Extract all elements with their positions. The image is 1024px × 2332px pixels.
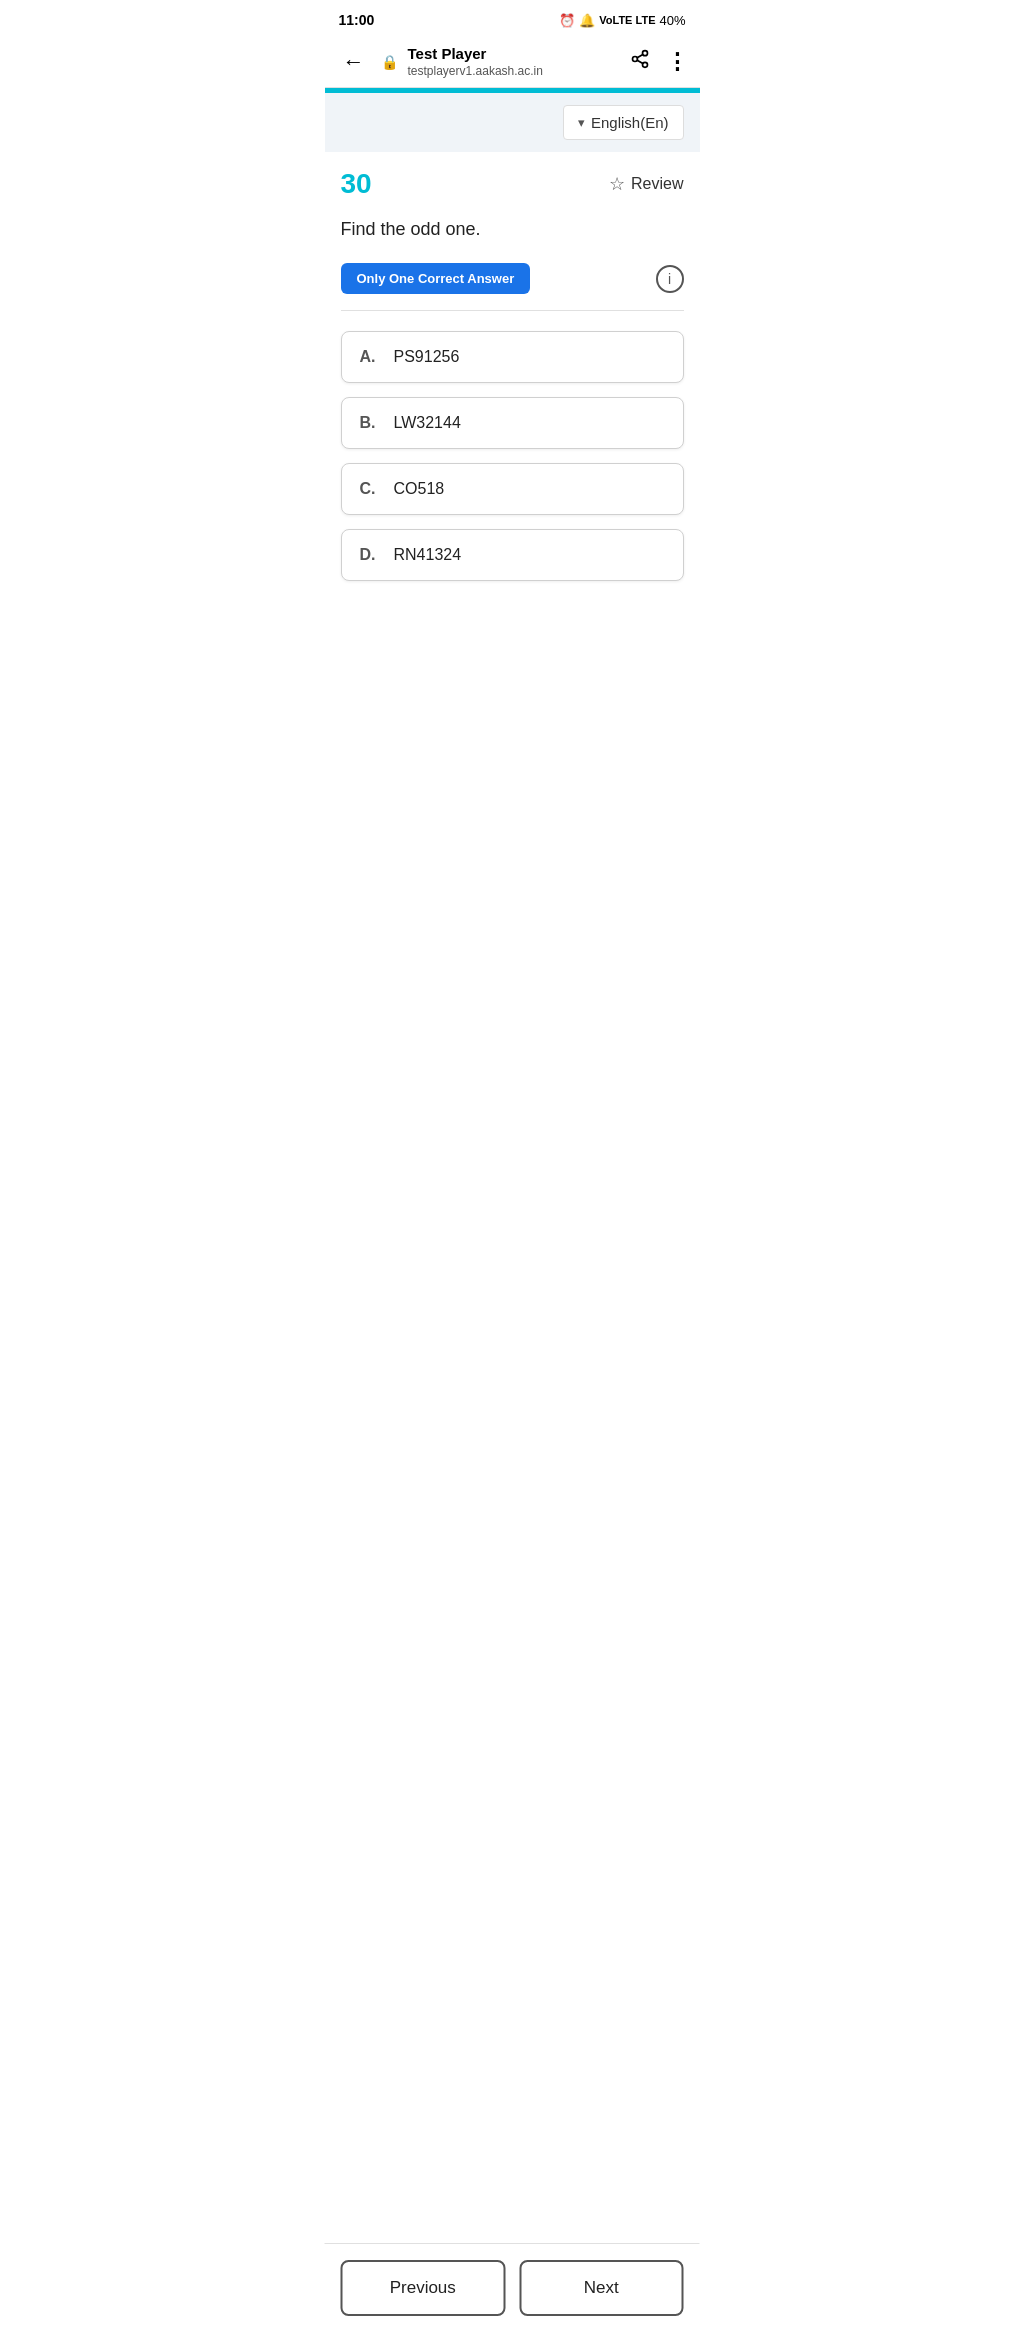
option-text: CO518: [394, 480, 445, 498]
option-item-d[interactable]: D. RN41324: [341, 529, 684, 581]
browser-url: testplayerv1.aakash.ac.in: [408, 64, 620, 80]
status-icons: ⏰ 🔔 VoLTE LTE 40%: [559, 13, 685, 28]
language-selector-row: ▾ English(En): [325, 93, 700, 152]
option-text: LW32144: [394, 414, 461, 432]
info-icon[interactable]: i: [656, 265, 684, 293]
divider: [341, 310, 684, 311]
browser-bar: ← 🔒 Test Player testplayerv1.aakash.ac.i…: [325, 36, 700, 88]
review-button[interactable]: ☆ Review: [609, 173, 683, 195]
language-selector[interactable]: ▾ English(En): [563, 105, 684, 140]
browser-title: Test Player: [408, 44, 620, 64]
star-icon: ☆: [609, 173, 625, 195]
option-item-b[interactable]: B. LW32144: [341, 397, 684, 449]
question-number: 30: [341, 168, 372, 200]
signal-icon: VoLTE LTE: [599, 14, 655, 26]
battery-icon: 40%: [659, 13, 685, 28]
alarm-icon: ⏰: [559, 13, 575, 28]
answer-type-badge: Only One Correct Answer: [341, 263, 531, 294]
svg-line-3: [637, 60, 643, 63]
lock-icon: 🔒: [381, 54, 398, 70]
svg-line-4: [637, 54, 643, 57]
url-info: Test Player testplayerv1.aakash.ac.in: [408, 44, 620, 79]
options-list: A. PS91256 B. LW32144 C. CO518 D. RN4132…: [341, 331, 684, 601]
option-label: D.: [360, 546, 380, 564]
status-bar: 11:00 ⏰ 🔔 VoLTE LTE 40%: [325, 0, 700, 36]
option-label: C.: [360, 480, 380, 498]
review-label: Review: [631, 175, 683, 193]
option-item-a[interactable]: A. PS91256: [341, 331, 684, 383]
mute-icon: 🔔: [579, 13, 595, 28]
answer-type-row: Only One Correct Answer i: [341, 263, 684, 294]
main-content: 30 ☆ Review Find the odd one. Only One C…: [325, 152, 700, 721]
status-time: 11:00: [339, 12, 375, 28]
option-text: RN41324: [394, 546, 462, 564]
option-item-c[interactable]: C. CO518: [341, 463, 684, 515]
share-icon[interactable]: [630, 49, 650, 74]
back-button[interactable]: ←: [337, 47, 371, 77]
question-text: Find the odd one.: [341, 216, 684, 243]
option-text: PS91256: [394, 348, 460, 366]
question-header: 30 ☆ Review: [341, 168, 684, 200]
menu-icon[interactable]: ⋮: [666, 49, 688, 75]
browser-actions: ⋮: [630, 49, 688, 75]
chevron-down-icon: ▾: [578, 115, 585, 130]
option-label: B.: [360, 414, 380, 432]
option-label: A.: [360, 348, 380, 366]
language-label: English(En): [591, 114, 669, 131]
